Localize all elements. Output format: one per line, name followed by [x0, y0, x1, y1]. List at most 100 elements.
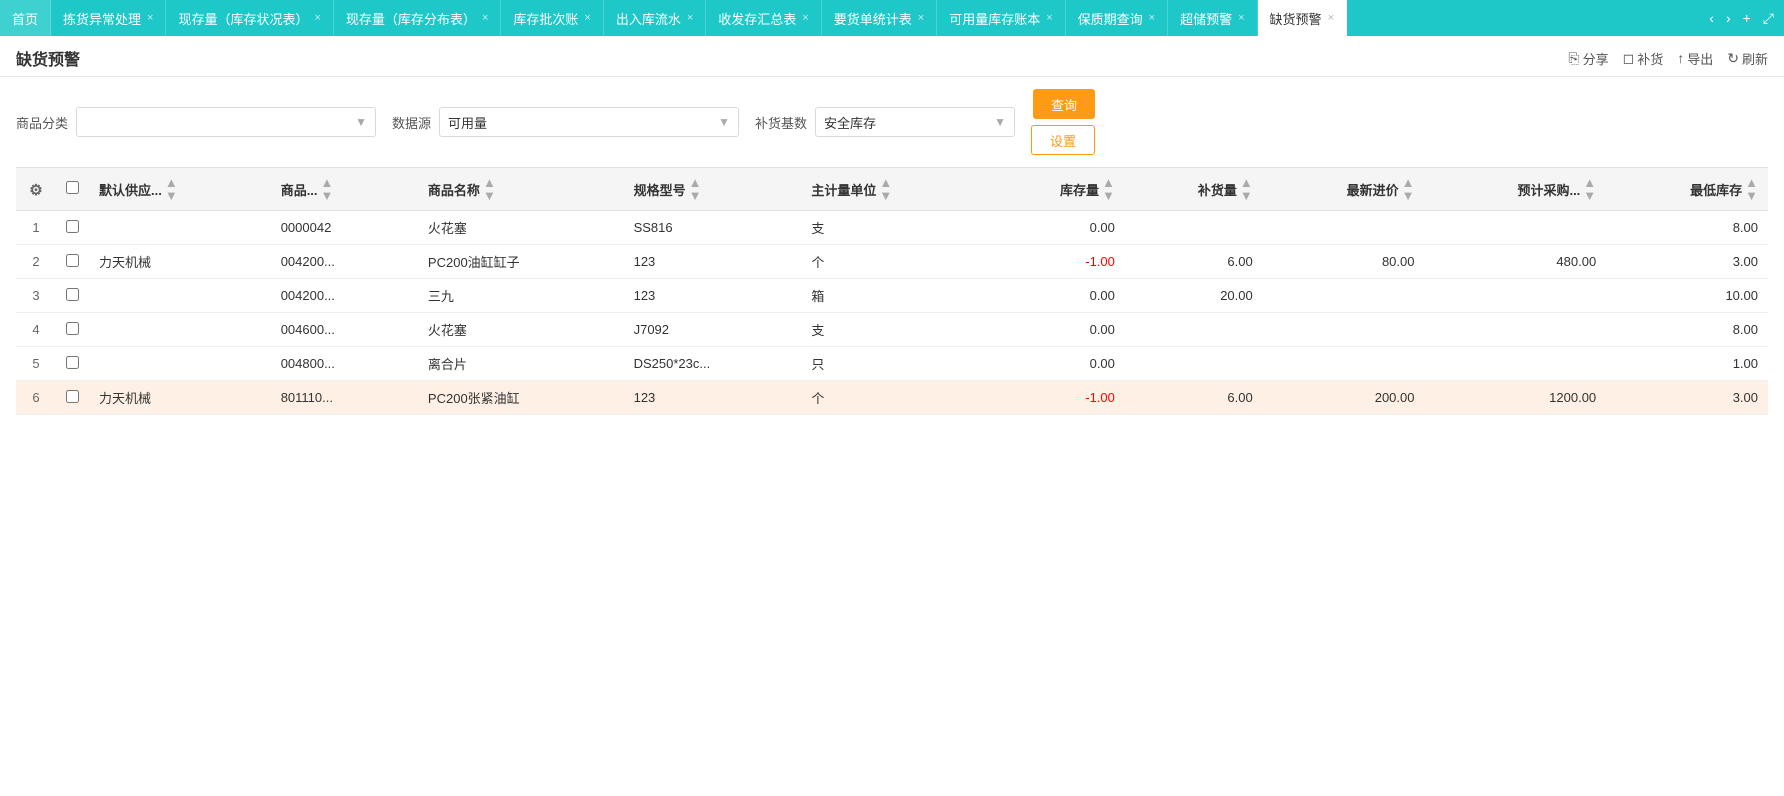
close-tab-shortage[interactable]: ×	[1328, 12, 1334, 24]
cell-latest-price	[1263, 347, 1425, 381]
row-index: 1	[16, 211, 56, 245]
nav-item-order-stats[interactable]: 要货单统计表 ×	[822, 0, 937, 36]
cell-name: PC200张紧油缸	[418, 381, 624, 415]
cell-supplier: 力天机械	[89, 381, 271, 415]
column-settings-icon[interactable]: ⚙	[28, 181, 44, 197]
row-checkbox[interactable]	[66, 322, 79, 335]
row-checkbox[interactable]	[66, 390, 79, 403]
cell-min-stock: 10.00	[1606, 279, 1768, 313]
nav-item-flow[interactable]: 出入库流水 ×	[604, 0, 706, 36]
cell-unit: 个	[801, 381, 987, 415]
cell-spec: DS250*23c...	[624, 347, 802, 381]
nav-item-batch[interactable]: 库存批次账 ×	[501, 0, 603, 36]
category-select-arrow: ▼	[355, 115, 367, 129]
refresh-icon: ↻	[1727, 50, 1739, 67]
query-button[interactable]: 查询	[1033, 89, 1095, 119]
cell-name: 火花塞	[418, 211, 624, 245]
cell-spec: SS816	[624, 211, 802, 245]
refresh-button[interactable]: ↻ 刷新	[1727, 49, 1768, 68]
replenish-base-label: 补货基数	[755, 113, 807, 132]
col-header-stock[interactable]: 库存量 ▲▼	[987, 168, 1125, 211]
col-header-code[interactable]: 商品... ▲▼	[271, 168, 418, 211]
row-checkbox[interactable]	[66, 288, 79, 301]
close-tab-summary[interactable]: ×	[802, 12, 808, 24]
filter-actions: 查询 设置	[1031, 89, 1095, 155]
replenish-button[interactable]: ◻ 补货	[1623, 49, 1664, 68]
close-tab-expiry[interactable]: ×	[1149, 12, 1155, 24]
col-header-estimated-purchase[interactable]: 预计采购... ▲▼	[1424, 168, 1606, 211]
cell-replenish: 20.00	[1125, 279, 1263, 313]
settings-button[interactable]: 设置	[1031, 125, 1095, 155]
next-tab-btn[interactable]: ›	[1720, 10, 1737, 26]
row-checkbox-cell	[56, 313, 89, 347]
datasource-select[interactable]: 可用量 ▼	[439, 107, 739, 137]
col-header-spec[interactable]: 规格型号 ▲▼	[624, 168, 802, 211]
nav-item-overstock[interactable]: 超储预警 ×	[1168, 0, 1257, 36]
row-checkbox-cell	[56, 279, 89, 313]
cell-spec: 123	[624, 381, 802, 415]
col-header-supplier[interactable]: 默认供应... ▲▼	[89, 168, 271, 211]
close-tab-flow[interactable]: ×	[687, 12, 693, 24]
cell-min-stock: 3.00	[1606, 381, 1768, 415]
row-checkbox[interactable]	[66, 356, 79, 369]
header-actions: ⎘ 分享 ◻ 补货 ↑ 导出 ↻ 刷新	[1568, 49, 1768, 68]
row-checkbox-cell	[56, 347, 89, 381]
fullscreen-btn[interactable]: ⤢	[1757, 10, 1780, 27]
nav-item-home[interactable]: 首页	[0, 0, 51, 36]
nav-item-summary[interactable]: 收发存汇总表 ×	[706, 0, 821, 36]
close-tab-overstock[interactable]: ×	[1238, 12, 1244, 24]
cell-spec: 123	[624, 245, 802, 279]
nav-item-available-stock[interactable]: 可用量库存账本 ×	[937, 0, 1065, 36]
cell-supplier: 力天机械	[89, 245, 271, 279]
cell-stock: 0.00	[987, 347, 1125, 381]
new-tab-btn[interactable]: +	[1737, 10, 1757, 26]
replenish-base-value: 安全库存	[824, 113, 988, 132]
nav-item-stock-status[interactable]: 现存量（库存状况表） ×	[166, 0, 333, 36]
nav-item-shortage[interactable]: 缺货预警 ×	[1258, 0, 1347, 36]
row-checkbox[interactable]	[66, 254, 79, 267]
col-header-min-stock[interactable]: 最低库存 ▲▼	[1606, 168, 1768, 211]
cell-min-stock: 8.00	[1606, 313, 1768, 347]
cell-stock: 0.00	[987, 279, 1125, 313]
nav-item-stock-dist[interactable]: 现存量（库存分布表） ×	[334, 0, 501, 36]
cell-unit: 支	[801, 211, 987, 245]
close-tab-batch[interactable]: ×	[584, 12, 590, 24]
top-navigation: 首页 拣货异常处理 × 现存量（库存状况表） × 现存量（库存分布表） × 库存…	[0, 0, 1784, 36]
col-header-name[interactable]: 商品名称 ▲▼	[418, 168, 624, 211]
page-container: 缺货预警 ⎘ 分享 ◻ 补货 ↑ 导出 ↻ 刷新 商品分类	[0, 36, 1784, 796]
share-button[interactable]: ⎘ 分享	[1568, 49, 1608, 68]
cell-supplier	[89, 347, 271, 381]
close-tab-order-stats[interactable]: ×	[918, 12, 924, 24]
select-all-checkbox[interactable]	[66, 181, 79, 194]
row-checkbox-cell	[56, 245, 89, 279]
filter-bar: 商品分类 ▼ 数据源 可用量 ▼ 补货基数 安全库存 ▼ 查询 设置	[0, 77, 1784, 167]
cell-min-stock: 3.00	[1606, 245, 1768, 279]
table-row: 4 004600... 火花塞 J7092 支 0.00 8.00	[16, 313, 1768, 347]
table-row: 5 004800... 离合片 DS250*23c... 只 0.00 1.00	[16, 347, 1768, 381]
cell-spec: 123	[624, 279, 802, 313]
row-index: 3	[16, 279, 56, 313]
col-header-latest-price[interactable]: 最新进价 ▲▼	[1263, 168, 1425, 211]
cell-name: 火花塞	[418, 313, 624, 347]
replenish-base-select[interactable]: 安全库存 ▼	[815, 107, 1015, 137]
export-button[interactable]: ↑ 导出	[1677, 49, 1713, 68]
replenish-base-arrow: ▼	[994, 115, 1006, 129]
cell-name: PC200油缸缸子	[418, 245, 624, 279]
cell-min-stock: 1.00	[1606, 347, 1768, 381]
prev-tab-btn[interactable]: ‹	[1703, 10, 1720, 26]
category-select[interactable]: ▼	[76, 107, 376, 137]
nav-item-expiry[interactable]: 保质期查询 ×	[1066, 0, 1168, 36]
col-header-unit[interactable]: 主计量单位 ▲▼	[801, 168, 987, 211]
col-header-replenish[interactable]: 补货量 ▲▼	[1125, 168, 1263, 211]
close-tab-available-stock[interactable]: ×	[1046, 12, 1052, 24]
cell-code: 004200...	[271, 279, 418, 313]
data-table: ⚙ 默认供应... ▲▼ 商品... ▲▼	[16, 167, 1768, 415]
row-checkbox-cell	[56, 381, 89, 415]
close-tab-stock-status[interactable]: ×	[314, 12, 320, 24]
row-checkbox[interactable]	[66, 220, 79, 233]
close-tab-picking[interactable]: ×	[147, 12, 153, 24]
cell-stock: -1.00	[987, 381, 1125, 415]
category-label: 商品分类	[16, 113, 68, 132]
nav-item-picking[interactable]: 拣货异常处理 ×	[51, 0, 166, 36]
close-tab-stock-dist[interactable]: ×	[482, 12, 488, 24]
